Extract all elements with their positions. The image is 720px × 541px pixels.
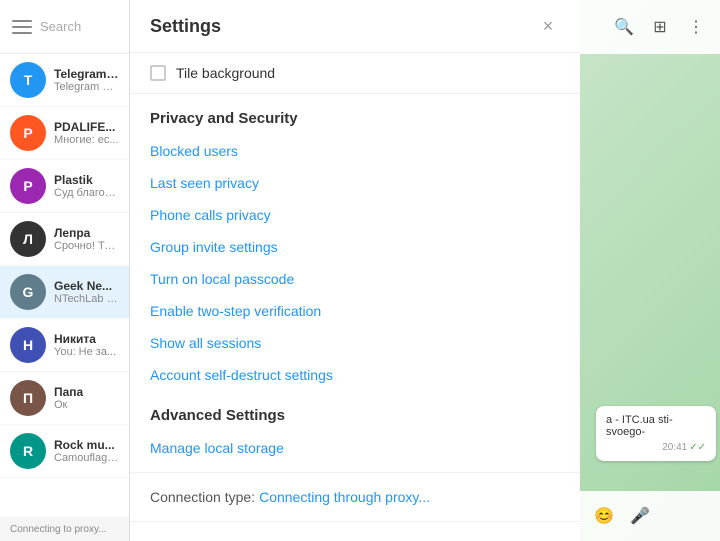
dialog-header: Settings × [130,0,580,53]
sidebar-header: Search [0,0,129,54]
link-enable-two-step-verification[interactable]: Enable two-step verification [130,295,580,327]
chat-preview-telegram: Telegram De... [54,81,119,93]
divider2-1 [130,521,580,522]
chat-name-geekne: Geek Ne... [54,279,119,293]
sidebar-status: Connecting to proxy... [0,517,129,541]
sidebar-item-telegram[interactable]: T Telegram 🔵 Telegram De... [0,54,129,107]
sidebar-chat-list: T Telegram 🔵 Telegram De... P PDALIFE...… [0,54,129,478]
microphone-icon[interactable]: 🎤 [626,502,654,530]
avatar-papa: П [10,380,46,416]
sidebar-item-papa[interactable]: П Папа Ок [0,372,129,425]
dialog-content: Tile background Privacy and SecurityBloc… [130,53,580,541]
settings-dialog: Settings × Tile background Privacy and S… [130,0,580,541]
sidebar-item-plastik[interactable]: P Plastik Суд благос... [0,160,129,213]
avatar-rock: R [10,433,46,469]
chat-name-telegram: Telegram 🔵 [54,67,119,81]
bubble-text: а - ITC.ua sti-svoego- [606,414,673,438]
chat-preview-plastik: Суд благос... [54,187,119,199]
chat-info-nikita: Никита You: Не за... [54,332,119,358]
chat-info-plastik: Plastik Суд благос... [54,173,119,199]
sidebar-search-label[interactable]: Search [40,19,81,34]
section-divider-1 [130,472,580,473]
hamburger-menu-icon[interactable] [12,20,32,34]
sidebar-item-lepra[interactable]: Л Лепра Срочно! Та... [0,213,129,266]
chat-preview-nikita: You: Не за... [54,346,119,358]
avatar-lepra: Л [10,221,46,257]
chat-info-pdalife: PDALIFE... Многие: ес... [54,120,119,146]
row-label-connection-type: Connection type: [150,489,255,505]
bubble-time-row: 20:41 ✓✓ [606,442,706,453]
section-title-0: Privacy and Security [130,94,580,135]
chat-bubble: а - ITC.ua sti-svoego- 20:41 ✓✓ [596,406,716,461]
link-manage-local-storage[interactable]: Manage local storage [130,432,580,464]
tile-bg-label: Tile background [176,65,275,81]
chat-info-lepra: Лепра Срочно! Та... [54,226,119,252]
sidebar-item-geekne[interactable]: G Geek Ne... NTechLab н... [0,266,129,319]
link-ask-a-question[interactable]: Ask a Question [130,530,580,541]
link-show-all-sessions[interactable]: Show all sessions [130,327,580,359]
chat-name-nikita: Никита [54,332,119,346]
row-value-connection-type[interactable]: Connecting through proxy... [259,489,430,505]
chat-preview-geekne: NTechLab н... [54,293,119,305]
close-button[interactable]: × [536,14,560,38]
bubble-time: 20:41 [662,442,687,453]
tile-background-row: Tile background [130,53,580,94]
sidebar: Search T Telegram 🔵 Telegram De... P PDA… [0,0,130,541]
chat-preview-rock: Camouflage... [54,452,119,464]
sidebar-item-rock[interactable]: R Rock mu... Camouflage... [0,425,129,478]
row-connection-type: Connection type: Connecting through prox… [130,481,580,513]
dialog-sections: Privacy and SecurityBlocked usersLast se… [130,94,580,541]
chat-panel-header: 🔍 ⊞ ⋮ [580,0,720,54]
avatar-pdalife: P [10,115,46,151]
emoji-icon[interactable]: 😊 [590,502,618,530]
chat-info-rock: Rock mu... Camouflage... [54,438,119,464]
bubble-check: ✓✓ [689,442,706,453]
avatar-geekne: G [10,274,46,310]
link-phone-calls-privacy[interactable]: Phone calls privacy [130,199,580,231]
sidebar-item-nikita[interactable]: Н Никита You: Не за... [0,319,129,372]
link-group-invite-settings[interactable]: Group invite settings [130,231,580,263]
dialog-title: Settings [150,16,221,37]
chat-info-telegram: Telegram 🔵 Telegram De... [54,67,119,93]
link-last-seen-privacy[interactable]: Last seen privacy [130,167,580,199]
chat-name-rock: Rock mu... [54,438,119,452]
link-account-self-destruct-settings[interactable]: Account self-destruct settings [130,359,580,391]
link-turn-on-local-passcode[interactable]: Turn on local passcode [130,263,580,295]
search-icon[interactable]: 🔍 [610,13,638,41]
chat-name-plastik: Plastik [54,173,119,187]
chat-preview-lepra: Срочно! Та... [54,240,119,252]
avatar-plastik: P [10,168,46,204]
section-title-1: Advanced Settings [130,391,580,432]
tile-bg-checkbox[interactable] [150,65,166,81]
chat-info-geekne: Geek Ne... NTechLab н... [54,279,119,305]
chat-preview-pdalife: Многие: ес... [54,134,119,146]
avatar-telegram: T [10,62,46,98]
link-blocked-users[interactable]: Blocked users [130,135,580,167]
chat-info-papa: Папа Ок [54,385,119,411]
sidebar-item-pdalife[interactable]: P PDALIFE... Многие: ес... [0,107,129,160]
chat-panel: 🔍 ⊞ ⋮ а - ITC.ua sti-svoego- 20:41 ✓✓ 😊 … [580,0,720,541]
chat-name-lepra: Лепра [54,226,119,240]
layout-icon[interactable]: ⊞ [646,13,674,41]
chat-input-bar: 😊 🎤 [580,491,720,541]
chat-name-papa: Папа [54,385,119,399]
chat-name-pdalife: PDALIFE... [54,120,119,134]
chat-preview-papa: Ок [54,399,119,411]
more-options-icon[interactable]: ⋮ [682,13,710,41]
avatar-nikita: Н [10,327,46,363]
